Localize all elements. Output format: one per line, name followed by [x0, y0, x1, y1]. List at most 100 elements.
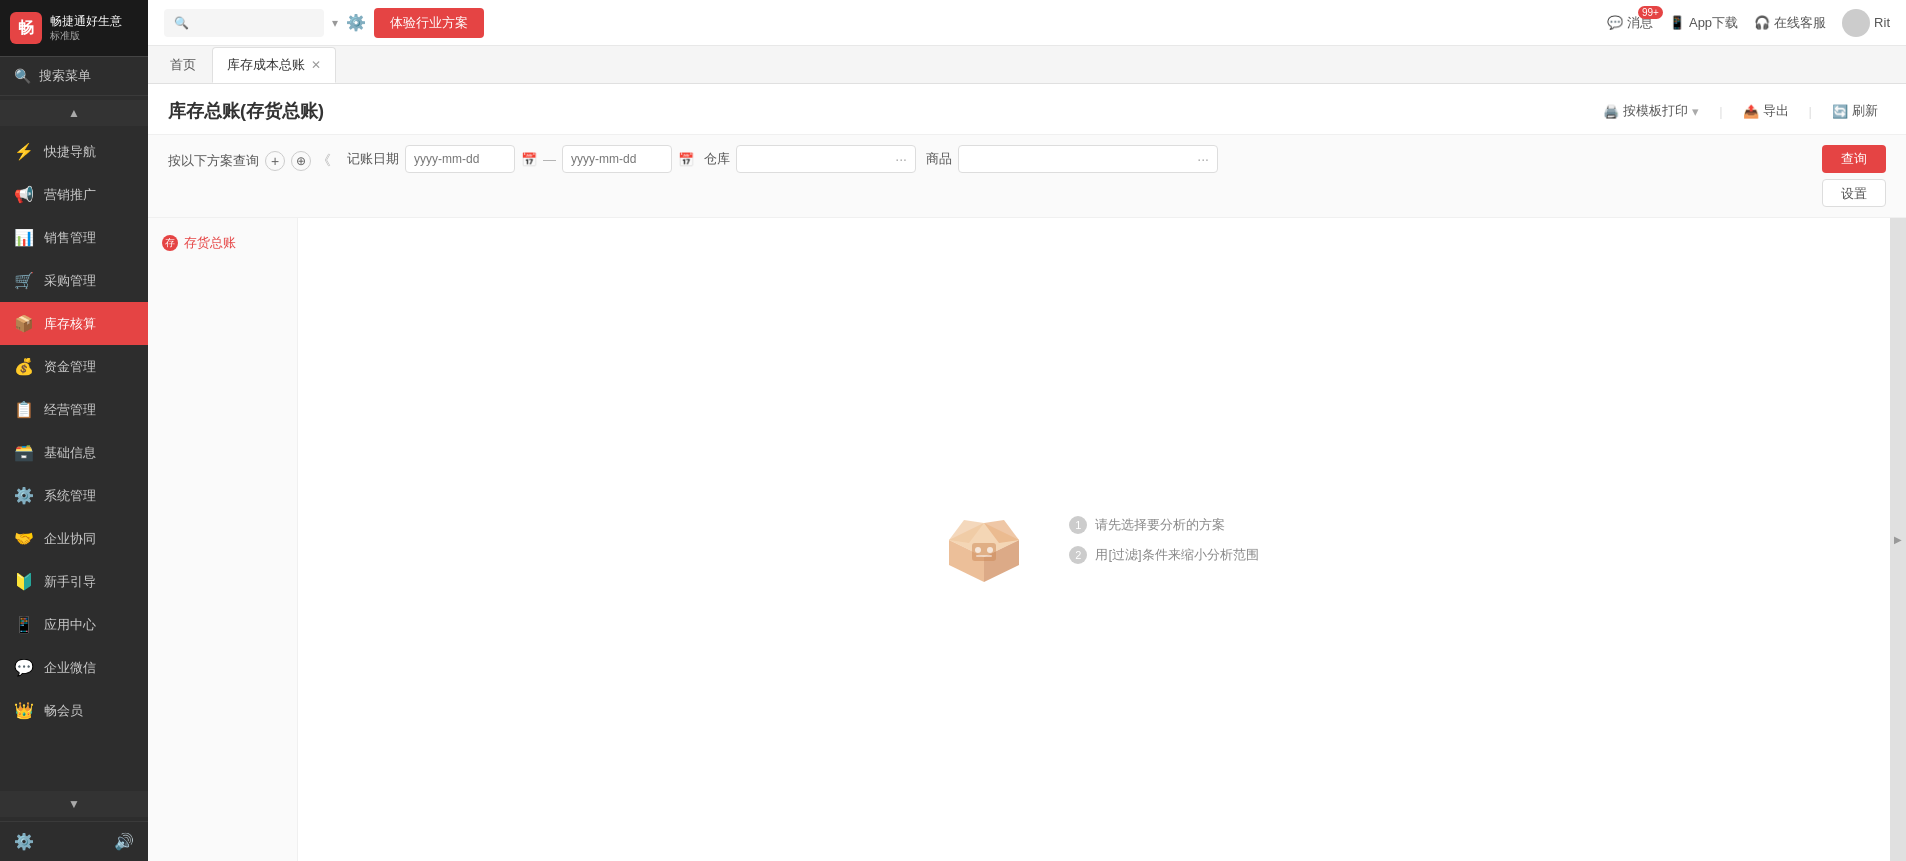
topbar-search-area[interactable]: 🔍	[164, 9, 324, 37]
topbar-nav: 🔍 ▾ ⚙️ 体验行业方案	[164, 8, 1597, 38]
sidebar-search[interactable]: 🔍 搜索菜单	[0, 57, 148, 96]
app-download-icon: 📱	[1669, 15, 1685, 30]
guide-icon: 🔰	[14, 572, 34, 591]
page-header: 库存总账(存货总账) 🖨️ 按模板打印 ▾ | 📤 导出 | 🔄 刷新	[148, 84, 1906, 135]
page-content: 库存总账(存货总账) 🖨️ 按模板打印 ▾ | 📤 导出 | 🔄 刷新	[148, 84, 1906, 861]
goods-filter-group: 商品 ···	[926, 145, 1218, 173]
operation-icon: 📋	[14, 400, 34, 419]
industry-solution-button[interactable]: 体验行业方案	[374, 8, 484, 38]
user-avatar	[1842, 9, 1870, 37]
printer-icon: 🖨️	[1603, 104, 1619, 119]
warehouse-select[interactable]: ···	[736, 145, 916, 173]
filter-collapse-icon[interactable]: 《	[317, 152, 331, 170]
filter-label: 按以下方案查询 + ⊕ 《	[168, 145, 331, 171]
svg-point-8	[987, 547, 993, 553]
sidebar-item-system[interactable]: ⚙️ 系统管理	[0, 474, 148, 517]
sidebar-item-member[interactable]: 👑 畅会员	[0, 689, 148, 732]
topbar-search-icon: 🔍	[174, 16, 189, 30]
empty-tips: 1 请先选择要分析的方案 2 用[过滤]条件来缩小分析范围	[1069, 516, 1258, 564]
online-support-item[interactable]: 🎧 在线客服	[1754, 14, 1826, 32]
warehouse-more-icon: ···	[895, 151, 907, 167]
sidebar-item-guide[interactable]: 🔰 新手引导	[0, 560, 148, 603]
settings-button[interactable]: 设置	[1822, 179, 1886, 207]
message-badge: 99+	[1638, 6, 1663, 19]
empty-state-inner: 1 请先选择要分析的方案 2 用[过滤]条件来缩小分析范围	[929, 485, 1258, 595]
sidebar-scroll-up[interactable]: ▲	[0, 100, 148, 126]
sidebar-logo: 畅 畅捷通好生意 标准版	[0, 0, 148, 57]
message-item[interactable]: 💬 消息 99+	[1607, 14, 1653, 32]
sidebar-items: ⚡ 快捷导航 📢 营销推广 📊 销售管理 🛒 采购管理 📦 库存核算 💰 资金管…	[0, 130, 148, 787]
calendar-start-icon[interactable]: 📅	[521, 152, 537, 167]
empty-tip-2: 2 用[过滤]条件来缩小分析范围	[1069, 546, 1258, 564]
warehouse-filter-group: 仓库 ···	[704, 145, 916, 173]
filter-funnel-icon[interactable]: ⊕	[291, 151, 311, 171]
member-icon: 👑	[14, 701, 34, 720]
page-title: 库存总账(存货总账)	[168, 99, 324, 123]
sidebar-item-wechat[interactable]: 💬 企业微信	[0, 646, 148, 689]
filter-actions: 查询 设置	[1822, 145, 1886, 207]
speaker-icon[interactable]: 🔊	[114, 832, 134, 851]
scheme-panel: 存 存货总账	[148, 218, 298, 861]
cooperation-icon: 🤝	[14, 529, 34, 548]
sidebar-scroll-down[interactable]: ▼	[0, 791, 148, 817]
tab-close-icon[interactable]: ✕	[311, 58, 321, 72]
scheme-item-inventory-ledger[interactable]: 存 存货总账	[148, 226, 297, 260]
system-icon: ⚙️	[14, 486, 34, 505]
sidebar-item-inventory[interactable]: 📦 库存核算	[0, 302, 148, 345]
sidebar-item-finance[interactable]: 💰 资金管理	[0, 345, 148, 388]
search-icon: 🔍	[14, 68, 31, 84]
settings-footer-icon[interactable]: ⚙️	[14, 832, 34, 851]
sidebar: 畅 畅捷通好生意 标准版 🔍 搜索菜单 ▲ ⚡ 快捷导航 📢 营销推广 📊 销售…	[0, 0, 148, 861]
print-dropdown-icon: ▾	[1692, 104, 1699, 119]
export-icon: 📤	[1743, 104, 1759, 119]
sidebar-item-shortcut[interactable]: ⚡ 快捷导航	[0, 130, 148, 173]
topbar-chevron-icon[interactable]: ▾	[332, 16, 338, 30]
shortcut-icon: ⚡	[14, 142, 34, 161]
goods-label: 商品	[926, 150, 952, 168]
user-profile-item[interactable]: Rit	[1842, 9, 1890, 37]
goods-select[interactable]: ···	[958, 145, 1218, 173]
export-button[interactable]: 📤 导出	[1735, 98, 1797, 124]
print-template-button[interactable]: 🖨️ 按模板打印 ▾	[1595, 98, 1707, 124]
goods-more-icon: ···	[1197, 151, 1209, 167]
empty-tip-1: 1 请先选择要分析的方案	[1069, 516, 1258, 534]
main-area: 🔍 ▾ ⚙️ 体验行业方案 💬 消息 99+ 📱 App下载 🎧 在线客服	[148, 0, 1906, 861]
purchase-icon: 🛒	[14, 271, 34, 290]
calendar-end-icon[interactable]: 📅	[678, 152, 694, 167]
tab-home[interactable]: 首页	[156, 47, 210, 83]
svg-point-7	[975, 547, 981, 553]
wechat-icon: 💬	[14, 658, 34, 677]
filter-add-icon[interactable]: +	[265, 151, 285, 171]
sidebar-item-basic[interactable]: 🗃️ 基础信息	[0, 431, 148, 474]
message-icon: 💬	[1607, 15, 1623, 30]
right-panel-tab[interactable]: ▶	[1890, 218, 1906, 861]
app-name-text: 畅捷通好生意 标准版	[50, 14, 122, 43]
sidebar-item-appstore[interactable]: 📱 应用中心	[0, 603, 148, 646]
date-label: 记账日期	[347, 150, 399, 168]
sidebar-footer: ⚙️ 🔊	[0, 821, 148, 861]
sidebar-item-sales[interactable]: 📊 销售管理	[0, 216, 148, 259]
date-start-input[interactable]	[405, 145, 515, 173]
app-logo-icon: 畅	[10, 12, 42, 44]
refresh-button[interactable]: 🔄 刷新	[1824, 98, 1886, 124]
topbar-settings-icon[interactable]: ⚙️	[346, 13, 366, 32]
inventory-icon: 📦	[14, 314, 34, 333]
date-end-input[interactable]	[562, 145, 672, 173]
date-filter-group: 记账日期 📅 — 📅	[347, 145, 694, 173]
sidebar-item-marketing[interactable]: 📢 营销推广	[0, 173, 148, 216]
finance-icon: 💰	[14, 357, 34, 376]
headphone-icon: 🎧	[1754, 15, 1770, 30]
topbar: 🔍 ▾ ⚙️ 体验行业方案 💬 消息 99+ 📱 App下载 🎧 在线客服	[148, 0, 1906, 46]
marketing-icon: 📢	[14, 185, 34, 204]
basic-icon: 🗃️	[14, 443, 34, 462]
sidebar-item-cooperation[interactable]: 🤝 企业协同	[0, 517, 148, 560]
sidebar-item-purchase[interactable]: 🛒 采购管理	[0, 259, 148, 302]
tabs-bar: 首页 库存成本总账 ✕	[148, 46, 1906, 84]
query-button[interactable]: 查询	[1822, 145, 1886, 173]
empty-state: 1 请先选择要分析的方案 2 用[过滤]条件来缩小分析范围	[298, 218, 1890, 861]
refresh-icon: 🔄	[1832, 104, 1848, 119]
sidebar-item-operation[interactable]: 📋 经营管理	[0, 388, 148, 431]
empty-state-illustration	[929, 485, 1039, 595]
app-download-item[interactable]: 📱 App下载	[1669, 14, 1738, 32]
tab-inventory-ledger[interactable]: 库存成本总账 ✕	[212, 47, 336, 83]
